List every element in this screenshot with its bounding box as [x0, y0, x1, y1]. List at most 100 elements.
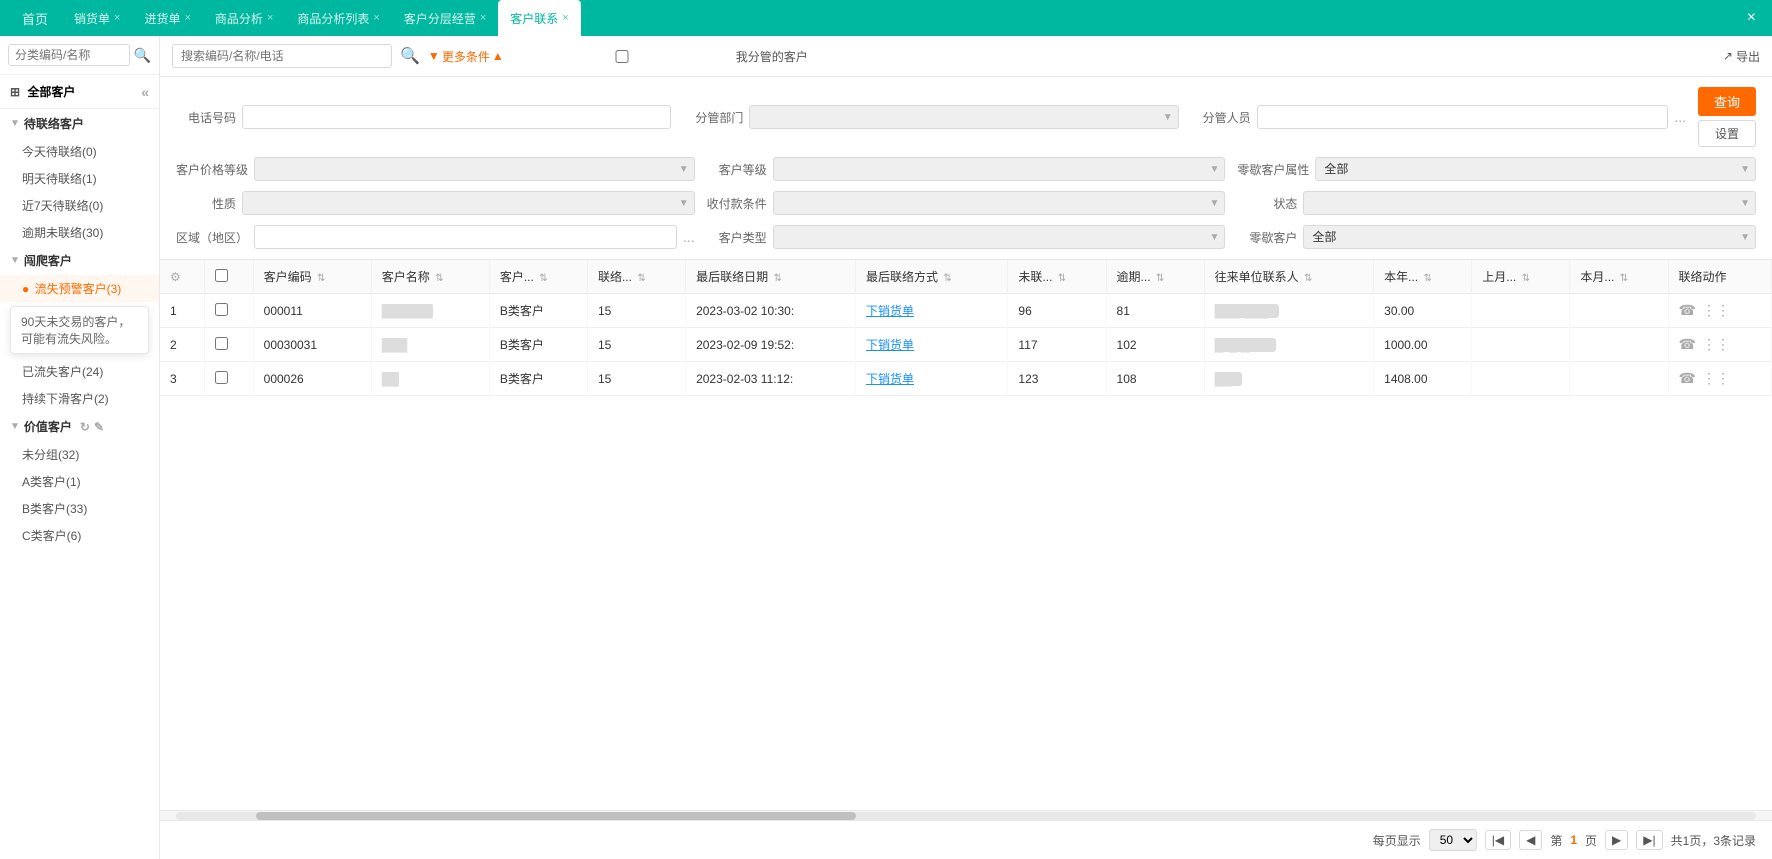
filter-customer-grade: 客户等级 ▼ — [707, 157, 1226, 181]
page-size-select[interactable]: 50 — [1429, 829, 1477, 851]
sidebar-search-icon[interactable]: 🔍 — [134, 47, 151, 64]
close-purchase-tab[interactable]: × — [184, 12, 190, 24]
setting-button[interactable]: 设置 — [1698, 120, 1756, 147]
sidebar-all-customers[interactable]: ⊞ 全部客户 « — [0, 75, 159, 109]
sidebar-item-type-b[interactable]: B类客户(33) — [0, 495, 159, 522]
main-search-button[interactable]: 🔍 — [400, 46, 420, 66]
gender-select[interactable] — [242, 191, 695, 215]
close-customer-contact-tab[interactable]: × — [562, 12, 568, 24]
bottom-bar: 每页显示 50 |◀ ◀ 第 1 页 ▶ ▶| 共1页，3条记录 — [160, 820, 1772, 859]
row-checkbox[interactable] — [215, 337, 228, 350]
table-settings-gear[interactable]: ⚙ — [170, 270, 181, 284]
sort-overdue-icon[interactable]: ⇅ — [1156, 273, 1164, 284]
phone-input[interactable] — [242, 105, 671, 129]
region-more-btn[interactable]: ... — [683, 229, 695, 245]
query-button[interactable]: 查询 — [1698, 87, 1756, 116]
first-page-btn[interactable]: |◀ — [1485, 830, 1511, 850]
action-more-icon[interactable]: ⋮⋮ — [1702, 370, 1730, 387]
nav-tab-analysis-list[interactable]: 商品分析列表 × — [285, 0, 391, 36]
sort-contact-icon[interactable]: ⇅ — [637, 273, 645, 284]
sidebar-group-pending-title[interactable]: ▼ 待联络客户 — [0, 109, 159, 138]
nav-tab-analysis[interactable]: 商品分析 × — [203, 0, 285, 36]
prev-page-btn[interactable]: ◀ — [1519, 830, 1542, 850]
cell-name: ███ — [371, 328, 489, 362]
cell-last-method: 下销货单 — [856, 294, 1008, 328]
status-select[interactable] — [1303, 191, 1756, 215]
nav-tab-sales[interactable]: 销货单 × — [62, 0, 132, 36]
contact-method-link[interactable]: 下销货单 — [866, 304, 914, 318]
payment-select[interactable] — [773, 191, 1226, 215]
region-input[interactable] — [254, 225, 677, 249]
sort-last-month-icon[interactable]: ⇅ — [1522, 273, 1530, 284]
my-customers-checkbox-label[interactable]: 我分管的客户 — [512, 48, 808, 65]
cell-overdue: 102 — [1106, 328, 1204, 362]
sidebar-group-value-title[interactable]: ▼ 价值客户 ↻ ✎ — [0, 412, 159, 441]
sidebar-collapse-btn[interactable]: « — [141, 84, 149, 100]
action-contact-icon[interactable]: ☎ — [1679, 370, 1696, 387]
sidebar-item-today[interactable]: 今天待联络(0) — [0, 138, 159, 165]
action-more-icon[interactable]: ⋮⋮ — [1702, 302, 1730, 319]
sidebar-item-tomorrow[interactable]: 明天待联络(1) — [0, 165, 159, 192]
edit-icon[interactable]: ✎ — [94, 420, 104, 434]
row-checkbox[interactable] — [215, 303, 228, 316]
action-more-icon[interactable]: ⋮⋮ — [1702, 336, 1730, 353]
sort-code-icon[interactable]: ⇅ — [317, 273, 325, 284]
sidebar-item-already-churned[interactable]: 已流失客户(24) — [0, 358, 159, 385]
close-all-tabs[interactable]: × — [1739, 9, 1764, 27]
sidebar-item-churn-warning[interactable]: ● 流失预警客户(3) — [0, 275, 159, 302]
more-conditions-btn[interactable]: ▼ 更多条件 ▲ — [428, 48, 504, 65]
phone-label: 电话号码 — [176, 109, 236, 126]
nav-tab-home[interactable]: 首页 — [8, 0, 62, 36]
action-contact-icon[interactable]: ☎ — [1679, 336, 1696, 353]
last-page-btn[interactable]: ▶| — [1636, 830, 1662, 850]
sort-type-icon[interactable]: ⇅ — [539, 273, 547, 284]
price-grade-select[interactable] — [254, 157, 695, 181]
export-button[interactable]: ↗ 导出 — [1723, 48, 1760, 65]
sort-method-icon[interactable]: ⇅ — [943, 273, 951, 284]
sort-name-icon[interactable]: ⇅ — [435, 273, 443, 284]
sort-unit-icon[interactable]: ⇅ — [1304, 273, 1312, 284]
refresh-icon[interactable]: ↻ — [80, 420, 90, 434]
scrollbar-thumb[interactable] — [256, 812, 856, 820]
price-grade-label: 客户价格等级 — [176, 161, 248, 178]
sidebar-group-churn-title[interactable]: ▼ 闯爬客户 — [0, 246, 159, 275]
customer-type-select[interactable] — [773, 225, 1226, 249]
sidebar-item-overdue[interactable]: 逾期未联络(30) — [0, 219, 159, 246]
my-customers-checkbox[interactable] — [512, 50, 732, 63]
zero-attr-select[interactable]: 全部 — [1315, 157, 1756, 181]
sort-date-icon[interactable]: ⇅ — [773, 273, 781, 284]
staff-input[interactable] — [1257, 105, 1669, 129]
next-page-btn[interactable]: ▶ — [1605, 830, 1628, 850]
close-analysis-list-tab[interactable]: × — [373, 12, 379, 24]
contact-method-link[interactable]: 下销货单 — [866, 338, 914, 352]
sort-uncontacted-icon[interactable]: ⇅ — [1058, 273, 1066, 284]
nav-tab-customer-contact[interactable]: 客户联系 × — [498, 0, 580, 36]
staff-more-btn[interactable]: ... — [1674, 109, 1686, 125]
row-checkbox[interactable] — [215, 371, 228, 384]
close-sales-tab[interactable]: × — [114, 12, 120, 24]
sidebar-item-7days[interactable]: 近7天待联络(0) — [0, 192, 159, 219]
action-contact-icon[interactable]: ☎ — [1679, 302, 1696, 319]
close-analysis-tab[interactable]: × — [267, 12, 273, 24]
sidebar-item-type-a[interactable]: A类客户(1) — [0, 468, 159, 495]
main-search-input[interactable] — [172, 44, 392, 68]
zero-customer-select[interactable]: 全部 — [1303, 225, 1756, 249]
close-customer-tier-tab[interactable]: × — [480, 12, 486, 24]
zero-customer-label: 零歇客户 — [1237, 229, 1297, 246]
contact-method-link[interactable]: 下销货单 — [866, 372, 914, 386]
nav-tab-purchase[interactable]: 进货单 × — [132, 0, 202, 36]
customer-grade-select[interactable] — [773, 157, 1226, 181]
nav-tab-customer-tier[interactable]: 客户分层经营 × — [392, 0, 498, 36]
sidebar-item-declining[interactable]: 持续下滑客户(2) — [0, 385, 159, 412]
select-all-checkbox[interactable] — [215, 269, 228, 282]
sort-this-month-icon[interactable]: ⇅ — [1620, 273, 1628, 284]
filter-price-grade: 客户价格等级 ▼ — [176, 157, 695, 181]
sidebar-search-input[interactable] — [8, 44, 130, 66]
sidebar-item-type-c[interactable]: C类客户(6) — [0, 522, 159, 549]
dept-select[interactable] — [749, 105, 1178, 129]
cell-type: B类客户 — [489, 294, 587, 328]
col-type: 客户... ⇅ — [489, 260, 587, 294]
horizontal-scrollbar[interactable] — [160, 810, 1772, 820]
sort-year-icon[interactable]: ⇅ — [1424, 273, 1432, 284]
sidebar-item-ungrouped[interactable]: 未分组(32) — [0, 441, 159, 468]
